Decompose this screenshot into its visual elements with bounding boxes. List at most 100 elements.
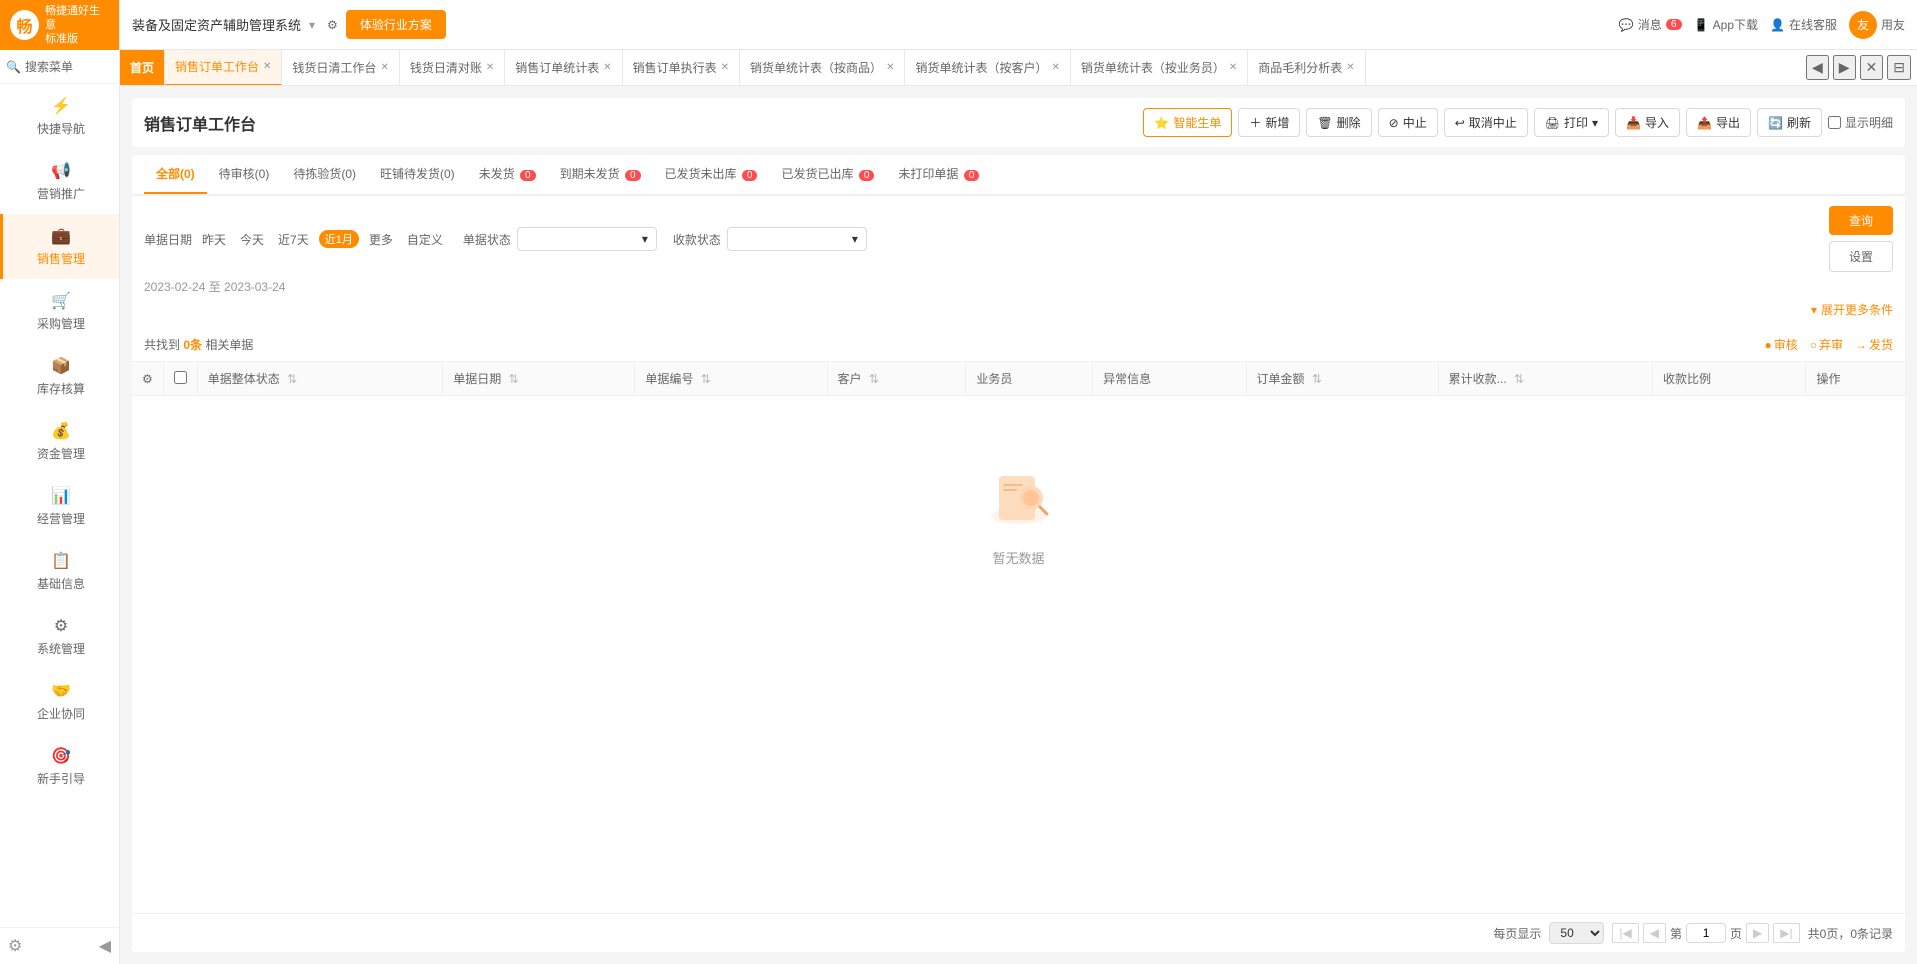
show-detail-label[interactable]: 显示明细 (1828, 114, 1893, 131)
tab-close-cash-reconcile[interactable]: ✕ (486, 62, 494, 73)
smart-btn[interactable]: ⭐ 智能生单 (1143, 108, 1232, 137)
dropdown-icon[interactable]: ▾ (309, 18, 315, 32)
tab-sales-execute[interactable]: 销售订单执行表 ✕ (623, 50, 740, 86)
add-btn[interactable]: ＋ 新增 (1238, 108, 1300, 137)
expand-row: ▾ 展开更多条件 (144, 301, 1893, 318)
tab-sales-summary-staff[interactable]: 销货单统计表（按业务员） ✕ (1071, 50, 1248, 86)
tab-close-summary-staff[interactable]: ✕ (1229, 62, 1237, 73)
date-1month-btn[interactable]: 近1月 (319, 230, 359, 248)
sidebar-item-basic-info[interactable]: 📋 基础信息 (0, 539, 119, 604)
sidebar-item-sales[interactable]: 💼 销售管理 (0, 214, 119, 279)
sidebar-item-purchase[interactable]: 🛒 采购管理 (0, 279, 119, 344)
settings-btn[interactable]: ⚙ (8, 936, 22, 956)
sidebar-item-system[interactable]: ⚙ 系统管理 (0, 604, 119, 669)
user-action[interactable]: 友 用友 (1849, 11, 1905, 39)
sidebar-item-marketing[interactable]: 📢 营销推广 (0, 149, 119, 214)
tab-close-summary-customer[interactable]: ✕ (1051, 62, 1059, 73)
sidebar-item-quick-nav[interactable]: ⚡ 快捷导航 (0, 84, 119, 149)
tab-close-cash-daily[interactable]: ✕ (380, 62, 388, 73)
th-settings[interactable]: ⚙ (132, 362, 163, 396)
cancel-review-action-btn[interactable]: ○ 弃审 (1810, 336, 1843, 353)
table-info: 共找到 0条 相关单据 (144, 336, 253, 353)
tab-close-summary-product[interactable]: ✕ (886, 62, 894, 73)
sub-tab-pending-review[interactable]: 待审核(0) (207, 155, 282, 194)
sidebar-item-inventory[interactable]: 📦 库存核算 (0, 344, 119, 409)
sub-tab-all[interactable]: 全部(0) (144, 155, 207, 194)
payment-select[interactable]: ▾ (727, 227, 867, 251)
industry-btn[interactable]: 体验行业方案 (346, 10, 446, 39)
sidebar-item-label: 企业协同 (37, 705, 85, 722)
tab-goods-margin[interactable]: 商品毛利分析表 ✕ (1248, 50, 1365, 86)
tab-close-sales-workbench[interactable]: ✕ (263, 61, 271, 72)
tab-close-all-btn[interactable]: ✕ (1860, 55, 1884, 80)
sort-date-icon[interactable]: ⇅ (509, 372, 519, 386)
sub-tab-shipped-out[interactable]: 已发货已出库 0 (769, 155, 886, 194)
tab-cash-reconcile[interactable]: 钱货日清对账 ✕ (400, 50, 505, 86)
per-page-select[interactable]: 50 100 200 (1549, 922, 1604, 944)
table-scroll-area[interactable]: ⚙ 单据整体状态 ⇅ 单据日期 ⇅ 单据编号 (132, 362, 1905, 913)
sub-tab-expired-not-shipped[interactable]: 到期未发货 0 (548, 155, 653, 194)
sub-tab-pending-inspect[interactable]: 待拣验货(0) (281, 155, 368, 194)
sub-tab-wangpu-ship[interactable]: 旺铺待发货(0) (368, 155, 467, 194)
date-yesterday-btn[interactable]: 昨天 (198, 229, 230, 250)
collapse-btn[interactable]: ◀ (99, 936, 111, 956)
app-download-action[interactable]: 📱 App下载 (1694, 16, 1758, 33)
pagination-last-btn[interactable]: ▶| (1773, 923, 1799, 943)
tab-sales-workbench[interactable]: 销售订单工作台 ✕ (165, 50, 282, 86)
date-custom-btn[interactable]: 自定义 (403, 229, 447, 250)
online-service-action[interactable]: 👤 在线客服 (1770, 16, 1837, 33)
message-action[interactable]: 💬 消息 6 (1619, 16, 1682, 33)
expand-btn[interactable]: ▾ 展开更多条件 (1811, 301, 1893, 318)
tab-expand-btn[interactable]: ⊟ (1887, 55, 1911, 80)
delete-btn[interactable]: 🗑 删除 (1306, 108, 1371, 137)
export-btn[interactable]: 📤 导出 (1686, 108, 1751, 137)
tab-close-sales-stats[interactable]: ✕ (603, 62, 611, 73)
date-more-btn[interactable]: 更多 (365, 229, 397, 250)
ship-action-btn[interactable]: → 发货 (1855, 336, 1893, 353)
pagination-first-btn[interactable]: |◀ (1612, 923, 1638, 943)
sub-tab-not-printed[interactable]: 未打印单据 0 (886, 155, 991, 194)
sidebar-item-guide[interactable]: 🎯 新手引导 (0, 734, 119, 799)
tab-sales-summary-customer[interactable]: 销货单统计表（按客户） ✕ (905, 50, 1070, 86)
date-7days-btn[interactable]: 近7天 (274, 229, 313, 250)
sub-tab-label: 待拣验货(0) (293, 167, 356, 181)
review-action-btn[interactable]: ● 审核 (1764, 336, 1797, 353)
tab-home[interactable]: 首页 (120, 50, 165, 86)
tab-close-goods-margin[interactable]: ✕ (1346, 62, 1354, 73)
pagination-next-btn[interactable]: ▶ (1746, 923, 1769, 943)
import-btn[interactable]: 📥 导入 (1615, 108, 1680, 137)
search-menu[interactable]: 🔍 搜索菜单 (0, 50, 119, 84)
tab-label: 钱货日清工作台 (292, 59, 376, 76)
sort-status-icon[interactable]: ⇅ (287, 372, 297, 386)
tab-label: 销售订单执行表 (633, 59, 717, 76)
tab-sales-summary-product[interactable]: 销货单统计表（按商品） ✕ (740, 50, 905, 86)
th-checkbox[interactable] (163, 362, 197, 396)
page-input[interactable]: 1 (1686, 923, 1726, 943)
sidebar-item-finance[interactable]: 💰 资金管理 (0, 409, 119, 474)
sort-number-icon[interactable]: ⇅ (701, 372, 711, 386)
print-btn[interactable]: 🖨 打印 ▾ (1534, 108, 1609, 137)
gear-icon[interactable]: ⚙ (327, 18, 338, 32)
tab-prev-btn[interactable]: ◀ (1806, 55, 1829, 80)
status-select[interactable]: ▾ (517, 227, 657, 251)
stop-btn[interactable]: ⊘ 中止 (1378, 108, 1438, 137)
query-btn[interactable]: 查询 (1829, 206, 1893, 235)
date-today-btn[interactable]: 今天 (236, 229, 268, 250)
refresh-btn[interactable]: 🔄 刷新 (1757, 108, 1822, 137)
sidebar-item-enterprise[interactable]: 🤝 企业协同 (0, 669, 119, 734)
tab-next-btn[interactable]: ▶ (1833, 55, 1856, 80)
cancel-stop-btn[interactable]: ↩ 取消中止 (1444, 108, 1528, 137)
tab-sales-stats[interactable]: 销售订单统计表 ✕ (505, 50, 622, 86)
select-all-checkbox[interactable] (174, 371, 187, 384)
sub-tab-not-shipped[interactable]: 未发货 0 (467, 155, 548, 194)
tab-cash-daily[interactable]: 钱货日清工作台 ✕ (282, 50, 399, 86)
tab-close-sales-execute[interactable]: ✕ (721, 62, 729, 73)
setting-btn[interactable]: 设置 (1829, 241, 1893, 272)
sidebar-item-operations[interactable]: 📊 经营管理 (0, 474, 119, 539)
sort-customer-icon[interactable]: ⇅ (869, 372, 879, 386)
show-detail-checkbox[interactable] (1828, 116, 1841, 129)
pagination-prev-btn[interactable]: ◀ (1643, 923, 1666, 943)
sort-amount-icon[interactable]: ⇅ (1312, 372, 1322, 386)
sort-collected-icon[interactable]: ⇅ (1514, 372, 1524, 386)
sub-tab-shipped-not-out[interactable]: 已发货未出库 0 (653, 155, 770, 194)
